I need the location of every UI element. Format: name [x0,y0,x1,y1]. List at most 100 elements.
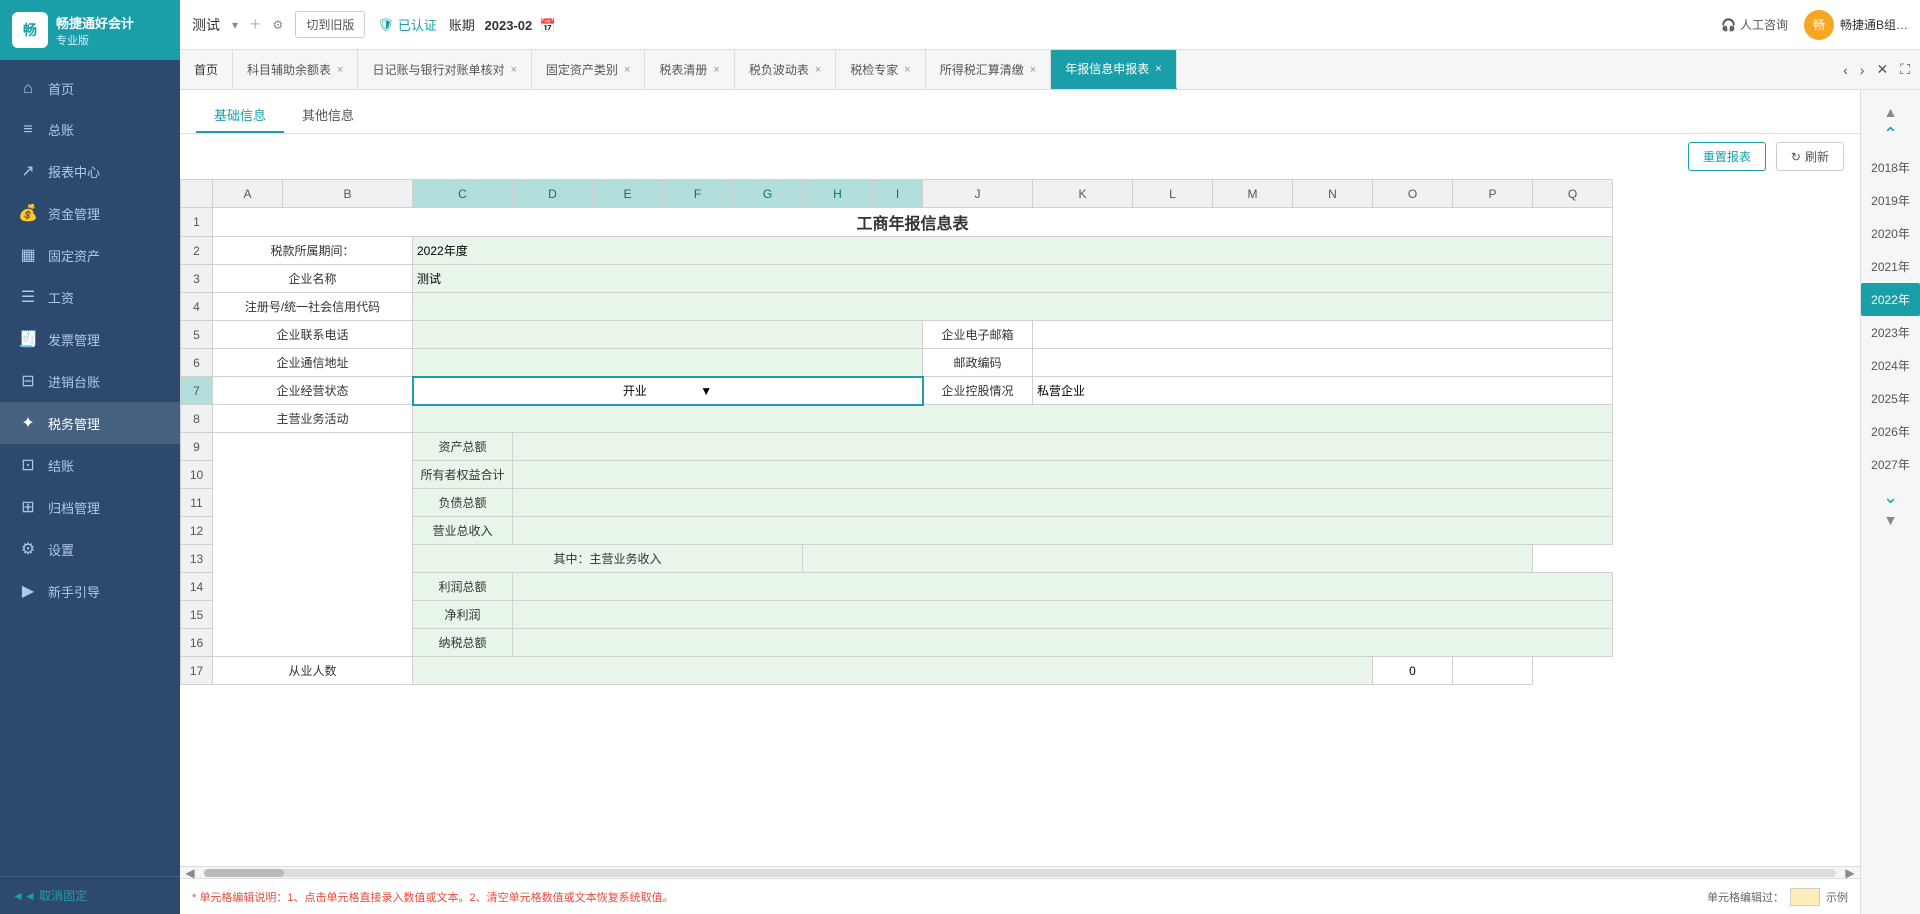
col-header-Q[interactable]: Q [1533,180,1613,208]
tab-tax-expert-close[interactable]: × [904,64,910,76]
scroll-thumb[interactable] [204,869,284,877]
tab-tax-table[interactable]: 税表清册 × [645,50,734,89]
col-header-M[interactable]: M [1213,180,1293,208]
tab-journal-close[interactable]: × [510,64,516,76]
cell-7-status[interactable]: 开业 ▼ [413,377,923,405]
col-header-F[interactable]: F [663,180,733,208]
year-item-2025[interactable]: 2025年 [1861,382,1920,415]
tab-tax-expert[interactable]: 税检专家 × [836,50,925,89]
sidebar-item-home[interactable]: ⌂ 首页 [0,68,180,109]
col-header-N[interactable]: N [1293,180,1373,208]
tab-home[interactable]: 首页 [180,50,233,89]
sidebar-item-salary[interactable]: ☰ 工资 [0,276,180,318]
sidebar-item-tax[interactable]: ✦ 税务管理 [0,402,180,444]
cell-12-value[interactable] [513,517,1613,545]
cell-17-extra[interactable] [1453,657,1533,685]
sidebar-item-stock[interactable]: ⊟ 进销台账 [0,360,180,402]
subtab-other[interactable]: 其他信息 [284,98,372,133]
grid-wrapper[interactable]: A B C D E F G H I J K L M [180,179,1860,866]
col-header-C[interactable]: C [413,180,513,208]
sidebar-item-archive[interactable]: ⊞ 归档管理 [0,486,180,528]
subtab-basic[interactable]: 基础信息 [196,98,284,133]
panel-scroll-up-icon[interactable]: ▲ [1882,102,1900,122]
sidebar-item-guide[interactable]: ▶ 新手引导 [0,570,180,612]
year-item-2023[interactable]: 2023年 [1861,316,1920,349]
horizontal-scrollbar[interactable]: ◀ ▶ [180,866,1860,878]
sidebar-item-settings[interactable]: ⚙ 设置 [0,528,180,570]
cell-15-value[interactable] [513,601,1613,629]
tab-close-all-icon[interactable]: ✕ [1872,59,1892,80]
cell-16-value[interactable] [513,629,1613,657]
tab-income-tax[interactable]: 所得税汇算清缴 × [926,50,1051,89]
cell-1-title[interactable]: 工商年报信息表 [213,208,1613,237]
sidebar-item-invoice[interactable]: 🧾 发票管理 [0,318,180,360]
sidebar-item-report[interactable]: ↗ 报表中心 [0,150,180,192]
tab-fixed-asset[interactable]: 固定资产类别 × [532,50,645,89]
cell-7-holding[interactable]: 私营企业 [1033,377,1613,405]
cell-5-phone[interactable] [413,321,923,349]
refresh-button[interactable]: ↻ 刷新 [1776,142,1844,171]
service-button[interactable]: 🎧 人工咨询 [1721,16,1788,33]
tab-annual-report[interactable]: 年报信息申报表 × [1051,50,1176,89]
cell-6-zip[interactable] [1033,349,1613,377]
panel-nav-down-icon[interactable]: ⌄ [1881,485,1900,510]
year-item-2022[interactable]: 2022年 [1861,283,1920,316]
scroll-track[interactable] [204,869,1836,877]
panel-scroll-down-icon[interactable]: ▼ [1882,510,1900,530]
col-header-J[interactable]: J [923,180,1033,208]
tab-auxiliary-close[interactable]: × [337,64,343,76]
cell-13-value[interactable] [803,545,1533,573]
sidebar-item-close[interactable]: ⊡ 结账 [0,444,180,486]
col-header-E[interactable]: E [593,180,663,208]
col-header-B[interactable]: B [283,180,413,208]
tab-tax-fluctuation[interactable]: 税负波动表 × [735,50,836,89]
user-menu[interactable]: 畅 畅捷通B组… [1804,10,1908,40]
year-item-2021[interactable]: 2021年 [1861,250,1920,283]
col-header-P[interactable]: P [1453,180,1533,208]
cell-4-value[interactable] [413,293,1613,321]
calendar-icon[interactable]: 📅 [540,18,556,33]
tab-next-icon[interactable]: › [1856,60,1869,80]
year-item-2020[interactable]: 2020年 [1861,217,1920,250]
year-item-2024[interactable]: 2024年 [1861,349,1920,382]
tab-expand-icon[interactable]: ⛶ [1896,59,1914,80]
cell-10-value[interactable] [513,461,1613,489]
panel-nav-up-icon[interactable]: ⌃ [1881,122,1900,147]
cell-8-value[interactable] [413,405,1613,433]
sidebar-footer[interactable]: ◄◄ 取消固定 [0,876,180,914]
col-header-H[interactable]: H [803,180,873,208]
reset-report-button[interactable]: 重置报表 [1688,142,1766,171]
tab-income-tax-close[interactable]: × [1030,64,1036,76]
year-item-2019[interactable]: 2019年 [1861,184,1920,217]
col-header-G[interactable]: G [733,180,803,208]
tab-tax-fluctuation-close[interactable]: × [815,64,821,76]
col-header-A[interactable]: A [213,180,283,208]
cell-11-value[interactable] [513,489,1613,517]
switch-old-version-button[interactable]: 切到旧版 [295,11,365,38]
year-item-2027[interactable]: 2027年 [1861,448,1920,481]
cell-17-value[interactable]: 0 [1373,657,1453,685]
col-header-O[interactable]: O [1373,180,1453,208]
cell-5-email[interactable] [1033,321,1613,349]
year-item-2026[interactable]: 2026年 [1861,415,1920,448]
year-item-2018[interactable]: 2018年 [1861,151,1920,184]
tab-auxiliary[interactable]: 科目辅助余额表 × [233,50,358,89]
cell-3-value[interactable]: 测试 [413,265,1613,293]
col-header-I[interactable]: I [873,180,923,208]
cell-17-padding[interactable] [413,657,1373,685]
topbar-settings-icon[interactable]: ⚙ [273,18,284,32]
cell-2-value[interactable]: 2022年度 [413,237,1613,265]
tab-annual-report-close[interactable]: × [1155,63,1161,75]
cell-9-value[interactable] [513,433,1613,461]
topbar-dropdown-icon[interactable]: ▾ [232,18,238,32]
cell-14-value[interactable] [513,573,1613,601]
tab-journal[interactable]: 日记账与银行对账单核对 × [358,50,531,89]
tab-fixed-asset-close[interactable]: × [624,64,630,76]
sidebar-item-ledger[interactable]: ≡ 总账 [0,109,180,150]
tab-prev-icon[interactable]: ‹ [1839,60,1852,80]
tab-tax-table-close[interactable]: × [713,64,719,76]
sidebar-item-capital[interactable]: 💰 资金管理 [0,192,180,234]
col-header-D[interactable]: D [513,180,593,208]
cell-6-address[interactable] [413,349,923,377]
col-header-L[interactable]: L [1133,180,1213,208]
